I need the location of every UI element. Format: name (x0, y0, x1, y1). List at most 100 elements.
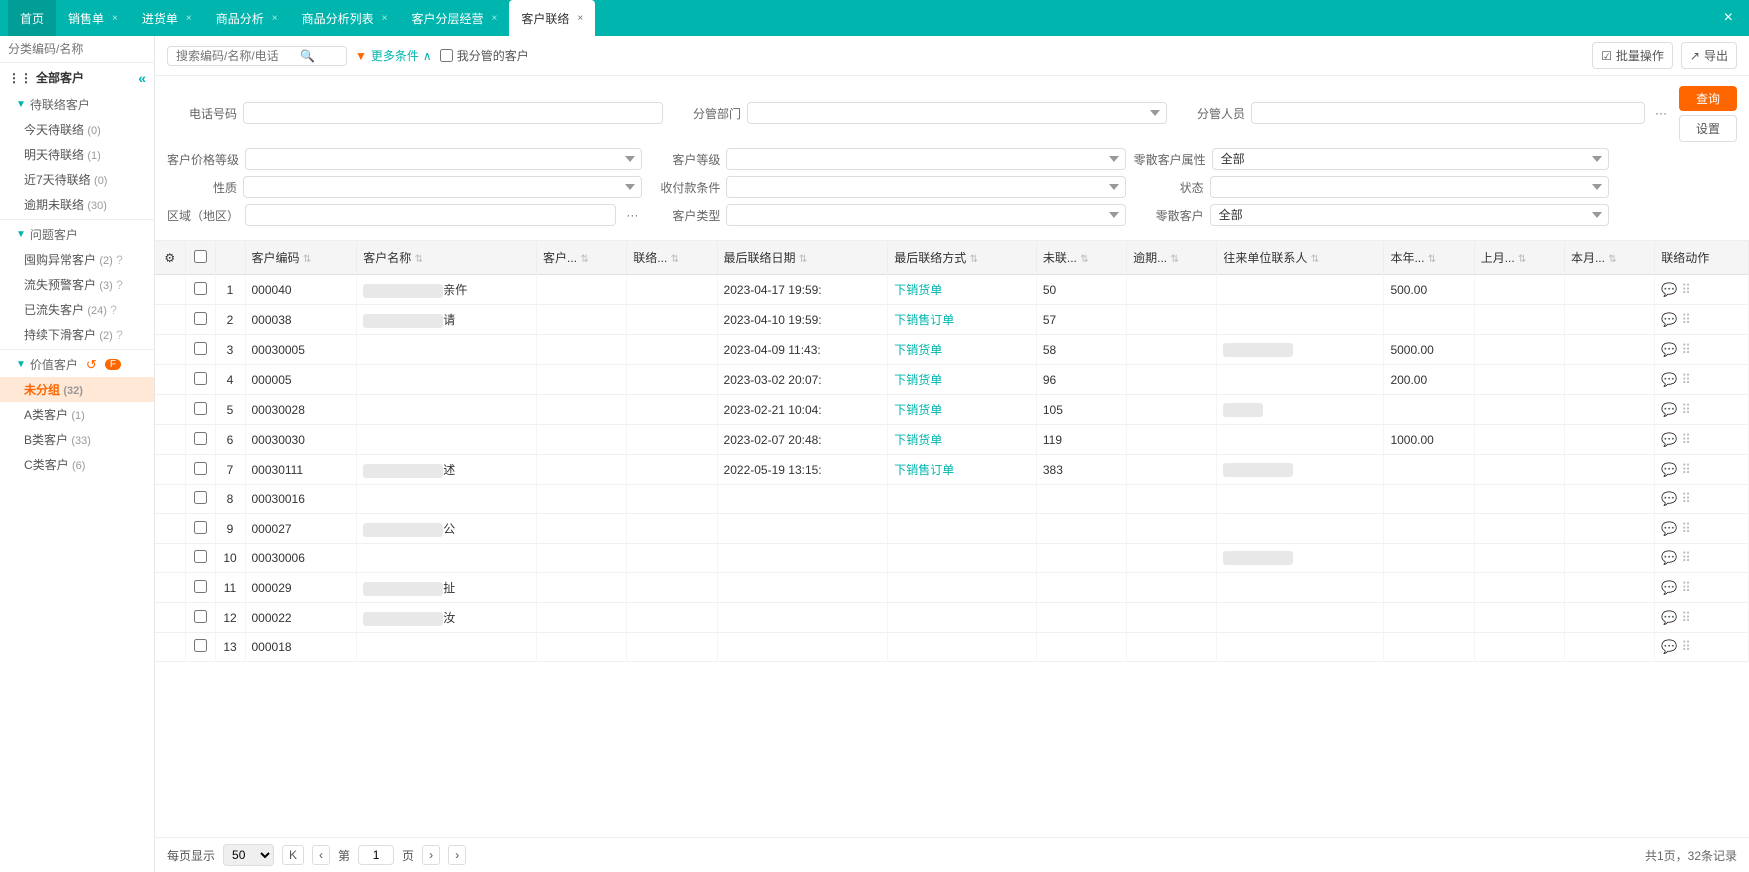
grid-action-icon[interactable]: ⠿ (1681, 491, 1691, 507)
tab-product-analysis[interactable]: 商品分析 × (204, 0, 290, 36)
price-level-select[interactable] (245, 148, 642, 170)
query-button[interactable]: 查询 (1679, 86, 1737, 111)
row-last-contact-way[interactable] (888, 633, 1037, 662)
grid-action-icon[interactable]: ⠿ (1681, 521, 1691, 537)
comment-icon[interactable]: 💬 (1661, 580, 1677, 596)
collapse-icon[interactable]: « (138, 70, 146, 86)
tab-purchase[interactable]: 进货单 × (130, 0, 204, 36)
my-customers-checkbox[interactable] (440, 49, 453, 62)
more-conditions-button[interactable]: ▼ 更多条件 ∧ (355, 47, 432, 64)
search-input[interactable] (176, 49, 296, 63)
window-close-button[interactable]: × (1716, 9, 1741, 27)
comment-icon[interactable]: 💬 (1661, 342, 1677, 358)
sidebar-item-b-class[interactable]: B类客户 (33) (0, 427, 154, 452)
row-last-contact-way[interactable] (888, 485, 1037, 514)
my-customers-check[interactable]: 我分管的客户 (440, 47, 529, 64)
per-page-select[interactable]: 50 20 100 (223, 844, 274, 866)
th-this-month[interactable]: 本月... ⇅ (1564, 241, 1654, 275)
th-no-contact[interactable]: 未联... ⇅ (1036, 241, 1126, 275)
comment-icon[interactable]: 💬 (1661, 402, 1677, 418)
comment-icon[interactable]: 💬 (1661, 610, 1677, 626)
grid-action-icon[interactable]: ⠿ (1681, 580, 1691, 596)
comment-icon[interactable]: 💬 (1661, 462, 1677, 478)
grid-action-icon[interactable]: ⠿ (1681, 610, 1691, 626)
row-checkbox[interactable] (194, 491, 207, 504)
sidebar-item-lost[interactable]: 已流失客户 (24) ? (0, 297, 154, 322)
th-checkbox[interactable] (185, 241, 215, 275)
row-checkbox[interactable] (194, 639, 207, 652)
search-icon[interactable]: 🔍 (300, 49, 315, 63)
comment-icon[interactable]: 💬 (1661, 372, 1677, 388)
retail-attr-select[interactable]: 全部 (1212, 148, 1609, 170)
retail-customer-select[interactable]: 全部 (1210, 204, 1609, 226)
manager-input[interactable] (1251, 102, 1645, 124)
row-checkbox[interactable] (194, 521, 207, 534)
sidebar-item-hoard[interactable]: 囤购异常客户 (2) ? (0, 247, 154, 272)
customer-level-select[interactable] (726, 148, 1125, 170)
comment-icon[interactable]: 💬 (1661, 491, 1677, 507)
status-select[interactable] (1210, 176, 1609, 198)
tab-home[interactable]: 首页 (8, 0, 56, 36)
th-code[interactable]: 客户编码 ⇅ (245, 241, 357, 275)
sidebar-item-ungroup[interactable]: 未分组 (32) (0, 377, 154, 402)
comment-icon[interactable]: 💬 (1661, 282, 1677, 298)
close-icon[interactable]: × (272, 13, 278, 24)
row-last-contact-way[interactable] (888, 603, 1037, 633)
nature-select[interactable] (243, 176, 642, 198)
comment-icon[interactable]: 💬 (1661, 639, 1677, 655)
grid-action-icon[interactable]: ⠿ (1681, 432, 1691, 448)
th-last-month[interactable]: 上月... ⇅ (1474, 241, 1564, 275)
row-checkbox[interactable] (194, 282, 207, 295)
grid-action-icon[interactable]: ⠿ (1681, 402, 1691, 418)
sidebar-item-week[interactable]: 近7天待联络 (0) (0, 167, 154, 192)
row-last-contact-way[interactable] (888, 544, 1037, 573)
row-checkbox[interactable] (194, 610, 207, 623)
last-page-button[interactable]: › (448, 845, 466, 865)
th-name[interactable]: 客户名称 ⇅ (357, 241, 537, 275)
row-checkbox[interactable] (194, 550, 207, 563)
row-checkbox[interactable] (194, 312, 207, 325)
tab-customer-contact[interactable]: 客户联络 × (509, 0, 595, 36)
row-checkbox[interactable] (194, 462, 207, 475)
page-input[interactable] (358, 845, 394, 865)
th-unit-contact[interactable]: 往来单位联系人 ⇅ (1217, 241, 1384, 275)
sidebar-search-input[interactable] (8, 42, 155, 56)
comment-icon[interactable]: 💬 (1661, 521, 1677, 537)
comment-icon[interactable]: 💬 (1661, 550, 1677, 566)
th-overdue[interactable]: 逾期... ⇅ (1127, 241, 1217, 275)
row-last-contact-way[interactable]: 下销售订单 (888, 305, 1037, 335)
payment-select[interactable] (726, 176, 1125, 198)
sidebar-item-tomorrow[interactable]: 明天待联络 (1) (0, 142, 154, 167)
th-settings[interactable]: ⚙ (155, 241, 185, 275)
sidebar-item-decline[interactable]: 持续下滑客户 (2) ? (0, 322, 154, 347)
export-button[interactable]: ↗ 导出 (1681, 42, 1737, 69)
first-page-button[interactable]: K (282, 845, 304, 865)
grid-action-icon[interactable]: ⠿ (1681, 282, 1691, 298)
sidebar-item-c-class[interactable]: C类客户 (6) (0, 452, 154, 477)
th-type[interactable]: 客户... ⇅ (537, 241, 627, 275)
row-checkbox[interactable] (194, 432, 207, 445)
grid-action-icon[interactable]: ⠿ (1681, 372, 1691, 388)
tab-product-analysis-list[interactable]: 商品分析列表 × (290, 0, 400, 36)
sidebar-item-today[interactable]: 今天待联络 (0) (0, 117, 154, 142)
row-checkbox[interactable] (194, 580, 207, 593)
row-checkbox[interactable] (194, 372, 207, 385)
row-checkbox[interactable] (194, 402, 207, 415)
sidebar-item-overdue[interactable]: 逾期未联络 (30) (0, 192, 154, 217)
comment-icon[interactable]: 💬 (1661, 432, 1677, 448)
customer-type-select[interactable] (726, 204, 1125, 226)
close-icon[interactable]: × (112, 13, 118, 24)
close-icon[interactable]: × (577, 13, 583, 24)
sidebar-section-value[interactable]: ▼ 价值客户 ↺ F (0, 352, 154, 377)
row-checkbox[interactable] (194, 342, 207, 355)
reset-button[interactable]: 设置 (1679, 115, 1737, 142)
row-last-contact-way[interactable]: 下销货单 (888, 335, 1037, 365)
dept-select[interactable] (747, 102, 1167, 124)
grid-action-icon[interactable]: ⠿ (1681, 312, 1691, 328)
row-last-contact-way[interactable]: 下销售订单 (888, 455, 1037, 485)
close-icon[interactable]: × (382, 13, 388, 24)
th-this-year[interactable]: 本年... ⇅ (1384, 241, 1474, 275)
comment-icon[interactable]: 💬 (1661, 312, 1677, 328)
next-page-button[interactable]: › (422, 845, 440, 865)
th-contact[interactable]: 联络... ⇅ (627, 241, 717, 275)
